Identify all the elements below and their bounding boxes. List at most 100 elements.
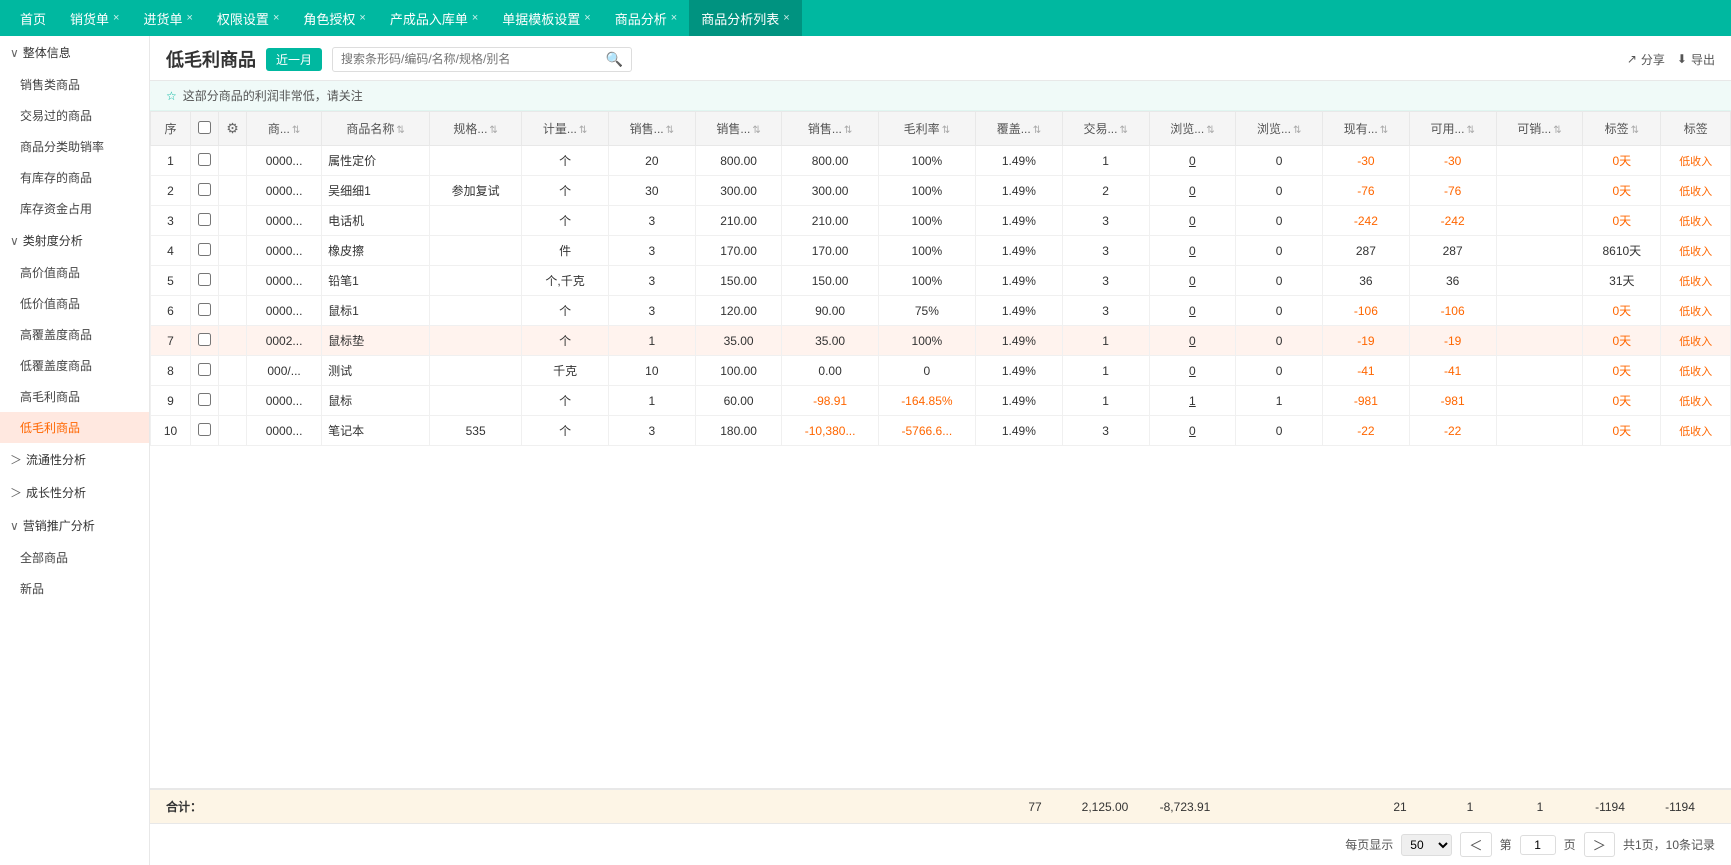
th-gross-margin[interactable]: 毛利率⇅: [878, 112, 975, 146]
th-current-stock[interactable]: 现有...⇅: [1323, 112, 1410, 146]
th-coverage[interactable]: 覆盖...⇅: [976, 112, 1063, 146]
cell-view1[interactable]: 0: [1149, 356, 1236, 386]
cell-view1[interactable]: 0: [1149, 326, 1236, 356]
cell-view1[interactable]: 0: [1149, 236, 1236, 266]
export-button[interactable]: ⬇ 导出: [1677, 51, 1715, 68]
sidebar-item-low-margin[interactable]: 低毛利商品: [0, 412, 149, 443]
nav-purchase-order[interactable]: 进货单 ×: [131, 0, 204, 36]
cell-view1[interactable]: 0: [1149, 416, 1236, 446]
settings-icon[interactable]: ⚙: [226, 120, 239, 136]
th-saleable[interactable]: 可销...⇅: [1496, 112, 1583, 146]
sidebar-item-high-margin[interactable]: 高毛利商品: [0, 381, 149, 412]
row-checkbox[interactable]: [198, 303, 211, 316]
check-all[interactable]: [198, 121, 211, 134]
cell-check[interactable]: [191, 296, 219, 326]
cell-check[interactable]: [191, 206, 219, 236]
cell-check[interactable]: [191, 386, 219, 416]
cell-check[interactable]: [191, 416, 219, 446]
nav-analysis-list[interactable]: 商品分析列表 ×: [689, 0, 801, 36]
nav-close-sales[interactable]: ×: [113, 12, 119, 24]
nav-template[interactable]: 单据模板设置 ×: [490, 0, 602, 36]
cell-check[interactable]: [191, 236, 219, 266]
cell-view1[interactable]: 0: [1149, 266, 1236, 296]
cell-check[interactable]: [191, 326, 219, 356]
th-sales-count[interactable]: 销售...⇅: [608, 112, 695, 146]
sidebar-item-traded-products[interactable]: 交易过的商品: [0, 100, 149, 131]
view1-link[interactable]: 0: [1189, 334, 1196, 348]
th-sales-price[interactable]: 销售...⇅: [695, 112, 782, 146]
sidebar-item-new-products[interactable]: 新品: [0, 573, 149, 604]
nav-close-template[interactable]: ×: [584, 12, 590, 24]
cell-view1[interactable]: 0: [1149, 176, 1236, 206]
cell-check[interactable]: [191, 266, 219, 296]
cell-view1[interactable]: 0: [1149, 296, 1236, 326]
sidebar-group-overall[interactable]: ∨ 整体信息: [0, 36, 149, 69]
sidebar-item-in-stock[interactable]: 有库存的商品: [0, 162, 149, 193]
row-checkbox[interactable]: [198, 273, 211, 286]
nav-sales-order[interactable]: 销货单 ×: [58, 0, 131, 36]
nav-close-analysis[interactable]: ×: [671, 12, 677, 24]
nav-role-auth[interactable]: 角色授权 ×: [291, 0, 377, 36]
nav-home[interactable]: 首页: [8, 0, 58, 36]
sidebar-item-high-coverage[interactable]: 高覆盖度商品: [0, 319, 149, 350]
cell-view1[interactable]: 0: [1149, 146, 1236, 176]
nav-permission[interactable]: 权限设置 ×: [205, 0, 291, 36]
sidebar-group-tier[interactable]: ∨ 类射度分析: [0, 224, 149, 257]
row-checkbox[interactable]: [198, 243, 211, 256]
th-days[interactable]: 标签⇅: [1583, 112, 1661, 146]
nav-close-purchase[interactable]: ×: [186, 12, 192, 24]
view1-link[interactable]: 0: [1189, 184, 1196, 198]
row-checkbox[interactable]: [198, 183, 211, 196]
th-code[interactable]: 商...⇅: [247, 112, 322, 146]
nav-product-analysis[interactable]: 商品分析 ×: [603, 0, 689, 36]
row-checkbox[interactable]: [198, 153, 211, 166]
page-number-input[interactable]: [1520, 835, 1556, 855]
nav-close-role[interactable]: ×: [359, 12, 365, 24]
cell-view1[interactable]: 0: [1149, 206, 1236, 236]
nav-product-entry[interactable]: 产成品入库单 ×: [378, 0, 490, 36]
th-name[interactable]: 商品名称⇅: [322, 112, 430, 146]
cell-check[interactable]: [191, 176, 219, 206]
period-button[interactable]: 近一月: [266, 48, 322, 71]
share-button[interactable]: ↗ 分享: [1627, 51, 1665, 68]
cell-view1[interactable]: 1: [1149, 386, 1236, 416]
sidebar-item-low-coverage[interactable]: 低覆盖度商品: [0, 350, 149, 381]
view1-link[interactable]: 1: [1189, 394, 1196, 408]
view1-link[interactable]: 0: [1189, 304, 1196, 318]
nav-close-permission[interactable]: ×: [273, 12, 279, 24]
th-available[interactable]: 可用...⇅: [1409, 112, 1496, 146]
view1-link[interactable]: 0: [1189, 424, 1196, 438]
sidebar-item-category-rate[interactable]: 商品分类助销率: [0, 131, 149, 162]
th-spec[interactable]: 规格...⇅: [430, 112, 522, 146]
row-checkbox[interactable]: [198, 213, 211, 226]
th-sales-profit[interactable]: 销售...⇅: [782, 112, 878, 146]
row-checkbox[interactable]: [198, 423, 211, 436]
view1-link[interactable]: 0: [1189, 274, 1196, 288]
view1-link[interactable]: 0: [1189, 244, 1196, 258]
next-page-button[interactable]: ＞: [1584, 832, 1615, 857]
th-unit[interactable]: 计量...⇅: [522, 112, 609, 146]
row-checkbox[interactable]: [198, 333, 211, 346]
cell-check[interactable]: [191, 146, 219, 176]
page-size-select[interactable]: 50 100 200: [1401, 834, 1452, 856]
view1-link[interactable]: 0: [1189, 154, 1196, 168]
sidebar-group-flow[interactable]: ＞ 流通性分析: [0, 443, 149, 476]
view1-link[interactable]: 0: [1189, 364, 1196, 378]
th-check[interactable]: [191, 112, 219, 146]
sidebar-group-growth[interactable]: ＞ 成长性分析: [0, 476, 149, 509]
row-checkbox[interactable]: [198, 363, 211, 376]
sidebar-group-marketing[interactable]: ∨ 营销推广分析: [0, 509, 149, 542]
prev-page-button[interactable]: ＜: [1460, 832, 1491, 857]
sidebar-item-low-value[interactable]: 低价值商品: [0, 288, 149, 319]
th-view1[interactable]: 浏览...⇅: [1149, 112, 1236, 146]
search-input[interactable]: [341, 52, 606, 66]
cell-check[interactable]: [191, 356, 219, 386]
sidebar-item-stock-funds[interactable]: 库存资金占用: [0, 193, 149, 224]
search-icon[interactable]: 🔍: [606, 51, 623, 68]
th-settings[interactable]: ⚙: [219, 112, 247, 146]
view1-link[interactable]: 0: [1189, 214, 1196, 228]
sidebar-item-all-products[interactable]: 全部商品: [0, 542, 149, 573]
row-checkbox[interactable]: [198, 393, 211, 406]
sidebar-item-sales-products[interactable]: 销售类商品: [0, 69, 149, 100]
nav-close-product[interactable]: ×: [472, 12, 478, 24]
